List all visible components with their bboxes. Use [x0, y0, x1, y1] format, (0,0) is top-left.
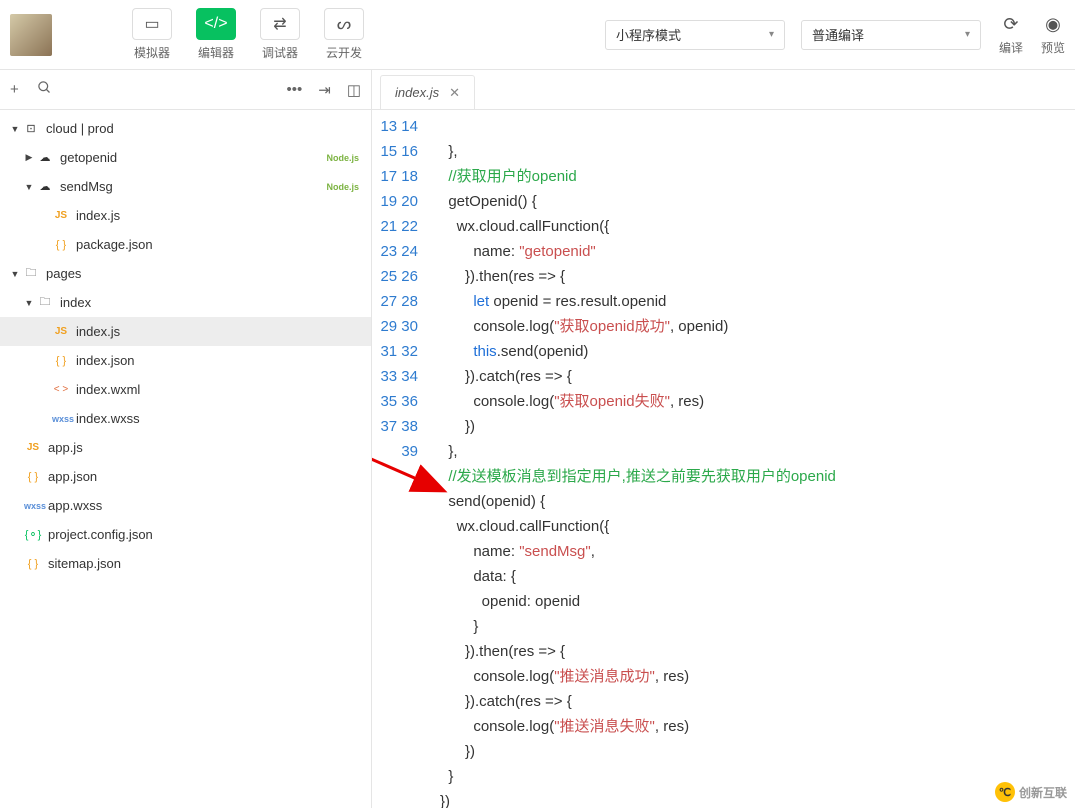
compile-mode-value: 普通编译 [812, 25, 864, 44]
close-icon[interactable]: ✕ [449, 85, 460, 101]
line-gutter: 13 14 15 16 17 18 19 20 21 22 23 24 25 2… [372, 110, 432, 808]
tree-file-sendmsg-pkg[interactable]: { }package.json [0, 230, 371, 259]
code-content[interactable]: }, //获取用户的openid getOpenid() { wx.cloud.… [432, 110, 1075, 808]
tree-root-cloud[interactable]: ▼⊡cloud | prod [0, 114, 371, 143]
editor-tab[interactable]: index.js ✕ [380, 75, 475, 109]
compile-label: 编译 [999, 39, 1023, 56]
preview-button[interactable]: ◉ 预览 [1041, 14, 1065, 56]
preview-label: 预览 [1041, 39, 1065, 56]
top-toolbar: ▭ 模拟器 </> 编辑器 ⇄ 调试器 ᔕ 云开发 小程序模式 ▾ 普通编译 ▾… [0, 0, 1075, 70]
editor-tabs: index.js ✕ [372, 70, 1075, 110]
toolbar-tabs: ▭ 模拟器 </> 编辑器 ⇄ 调试器 ᔕ 云开发 [132, 8, 364, 61]
tree-file-project-config[interactable]: {⚬}project.config.json [0, 520, 371, 549]
tree-file-app-json[interactable]: { }app.json [0, 462, 371, 491]
add-file-icon[interactable]: + [10, 81, 19, 98]
simulator-button[interactable]: ▭ 模拟器 [132, 8, 172, 61]
cloud-dev-button[interactable]: ᔕ 云开发 [324, 8, 364, 61]
avatar[interactable] [10, 14, 52, 56]
simulator-label: 模拟器 [134, 44, 170, 61]
nodejs-badge: Node.js [326, 153, 359, 163]
refresh-icon: ⟳ [1003, 14, 1018, 35]
tree-folder-pages[interactable]: ▼🗀pages [0, 259, 371, 288]
search-icon[interactable] [37, 80, 52, 99]
editor-pane: index.js ✕ 13 14 15 16 17 18 19 20 21 22… [372, 70, 1075, 808]
chevron-down-icon: ▾ [769, 29, 774, 40]
eye-icon: ◉ [1045, 14, 1061, 35]
tab-title: index.js [395, 85, 439, 100]
chevron-down-icon: ▾ [965, 29, 970, 40]
tree-file-sendmsg-index[interactable]: JSindex.js [0, 201, 371, 230]
cloud-icon: ᔕ [324, 8, 364, 40]
tree-file-index-js[interactable]: JSindex.js [0, 317, 371, 346]
watermark: ℃ 创新互联 [995, 782, 1067, 802]
compile-mode-dropdown[interactable]: 普通编译 ▾ [801, 20, 981, 50]
tree-file-index-wxss[interactable]: wxssindex.wxss [0, 404, 371, 433]
tree-folder-index[interactable]: ▼🗀index [0, 288, 371, 317]
code-editor[interactable]: 13 14 15 16 17 18 19 20 21 22 23 24 25 2… [372, 110, 1075, 808]
more-icon[interactable]: ••• [286, 81, 302, 98]
mode-dropdown[interactable]: 小程序模式 ▾ [605, 20, 785, 50]
toolbar-right: ⟳ 编译 ◉ 预览 [999, 14, 1065, 56]
nodejs-badge: Node.js [326, 182, 359, 192]
file-tree: ▼⊡cloud | prod ▶☁getopenidNode.js ▼☁send… [0, 110, 371, 808]
editor-button[interactable]: </> 编辑器 [196, 8, 236, 61]
debugger-label: 调试器 [262, 44, 298, 61]
watermark-text: 创新互联 [1019, 784, 1067, 801]
mode-value: 小程序模式 [616, 25, 681, 44]
tree-folder-sendmsg[interactable]: ▼☁sendMsgNode.js [0, 172, 371, 201]
split-icon[interactable]: ◫ [347, 81, 361, 99]
tree-file-sitemap[interactable]: { }sitemap.json [0, 549, 371, 578]
compile-button[interactable]: ⟳ 编译 [999, 14, 1023, 56]
tree-file-index-wxml[interactable]: < >index.wxml [0, 375, 371, 404]
tree-file-index-json[interactable]: { }index.json [0, 346, 371, 375]
cloud-dev-label: 云开发 [326, 44, 362, 61]
debugger-button[interactable]: ⇄ 调试器 [260, 8, 300, 61]
tree-file-app-js[interactable]: JSapp.js [0, 433, 371, 462]
tree-file-app-wxss[interactable]: wxssapp.wxss [0, 491, 371, 520]
collapse-icon[interactable]: ⇥ [318, 81, 331, 99]
debug-icon: ⇄ [260, 8, 300, 40]
watermark-icon: ℃ [995, 782, 1015, 802]
explorer-toolbar: + ••• ⇥ ◫ [0, 70, 371, 110]
device-icon: ▭ [132, 8, 172, 40]
tree-folder-getopenid[interactable]: ▶☁getopenidNode.js [0, 143, 371, 172]
code-icon: </> [196, 8, 236, 40]
editor-label: 编辑器 [198, 44, 234, 61]
file-explorer: + ••• ⇥ ◫ ▼⊡cloud | prod ▶☁getopenidNode… [0, 70, 372, 808]
